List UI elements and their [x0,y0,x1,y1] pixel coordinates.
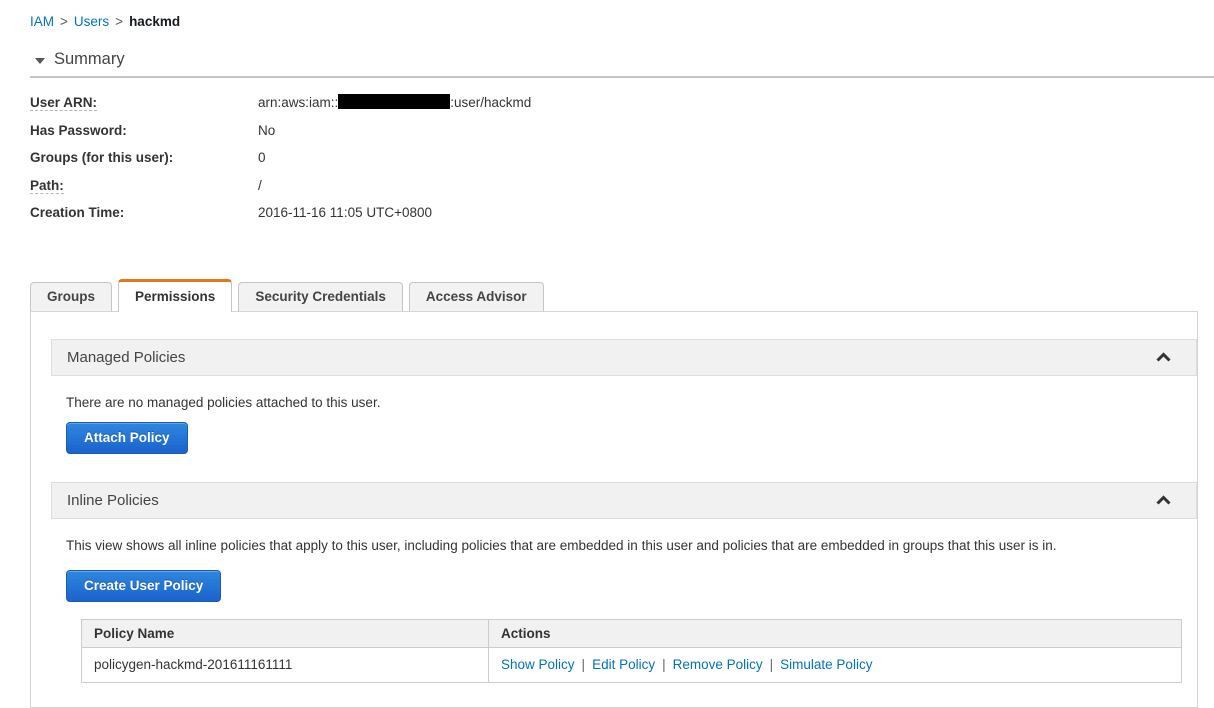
remove-policy-link[interactable]: Remove Policy [673,657,763,672]
groups-count-label: Groups (for this user): [30,150,174,165]
creation-time-label: Creation Time: [30,205,125,220]
no-managed-policies-message: There are no managed policies attached t… [66,394,381,410]
breadcrumb-separator: > [115,14,124,29]
managed-policies-header[interactable]: Managed Policies [51,338,1197,376]
inline-policies-header[interactable]: Inline Policies [51,481,1197,519]
breadcrumb-separator: > [60,14,68,29]
tab-permissions[interactable]: Permissions [118,278,233,312]
tab-groups[interactable]: Groups [30,281,113,311]
inline-policies-description: This view shows all inline policies that… [66,537,1057,553]
field-creation-time: Creation Time: 2016-11-16 11:05 UTC+0800 [30,199,1214,227]
actions-column-header: Actions [488,618,1182,648]
field-has-password: Has Password: No [30,117,1214,145]
breadcrumb: IAM > Users > hackmd [30,0,1214,29]
managed-policies-body: There are no managed policies attached t… [51,376,1197,482]
tab-security-credentials[interactable]: Security Credentials [238,281,403,311]
policy-name-column-header: Policy Name [81,618,489,648]
inline-policies-body: This view shows all inline policies that… [51,519,1197,683]
action-separator: | [769,657,774,672]
simulate-policy-link[interactable]: Simulate Policy [780,657,872,672]
action-separator: | [581,657,586,672]
has-password-value: No [258,122,276,138]
permissions-tab-panel: Managed Policies There are no managed po… [30,310,1198,708]
managed-policies-title: Managed Policies [67,348,186,366]
breadcrumb-link-users[interactable]: Users [74,14,109,29]
inline-policies-title: Inline Policies [67,491,159,509]
summary-divider [30,76,1214,78]
breadcrumb-link-iam[interactable]: IAM [30,14,54,29]
tab-access-advisor[interactable]: Access Advisor [408,281,544,311]
summary-title: Summary [54,50,125,68]
policy-actions-cell: Show Policy | Edit Policy | Remove Policy | Si… [488,646,1182,683]
caret-down-icon [35,57,45,64]
field-groups-count: Groups (for this user): 0 [30,144,1214,172]
chevron-up-icon[interactable] [1155,494,1172,506]
inline-policies-section: Inline Policies This view shows all inli… [51,481,1197,683]
summary-section-toggle[interactable]: Summary [30,50,1214,69]
breadcrumb-current-user: hackmd [129,14,181,29]
field-path: Path: / [30,172,1214,200]
groups-count-value: 0 [258,150,266,165]
attach-policy-button[interactable]: Attach Policy [66,421,188,454]
managed-policies-section: Managed Policies There are no managed po… [51,338,1197,482]
edit-policy-link[interactable]: Edit Policy [592,657,655,672]
creation-time-value: 2016-11-16 11:05 UTC+0800 [258,205,432,220]
user-arn-value: arn:aws:iam:::user/hackmd [258,94,532,110]
path-value: / [258,177,262,193]
action-separator: | [662,657,666,672]
user-detail-tabs: Groups Permissions Security Credentials … [30,278,1214,312]
field-user-arn: User ARN: arn:aws:iam:::user/hackmd [30,89,1214,117]
policy-name-cell: policygen-hackmd-201611161111 [81,646,489,683]
chevron-up-icon[interactable] [1155,351,1172,363]
redacted-account-id [338,94,451,109]
has-password-label: Has Password: [30,122,127,138]
summary-fields: User ARN: arn:aws:iam:::user/hackmd Has … [30,89,1214,227]
show-policy-link[interactable]: Show Policy [501,657,575,672]
table-header-row: Policy Name Actions [81,618,1182,648]
user-arn-label: User ARN: [30,95,98,111]
table-row: policygen-hackmd-201611161111 Show Polic… [81,646,1182,683]
inline-policies-table: Policy Name Actions policygen-hackmd-201… [81,618,1182,683]
path-label: Path: [30,177,64,194]
create-user-policy-button[interactable]: Create User Policy [66,569,222,602]
iam-user-detail-page: IAM > Users > hackmd Summary User ARN: arn:a… [0,0,1214,708]
